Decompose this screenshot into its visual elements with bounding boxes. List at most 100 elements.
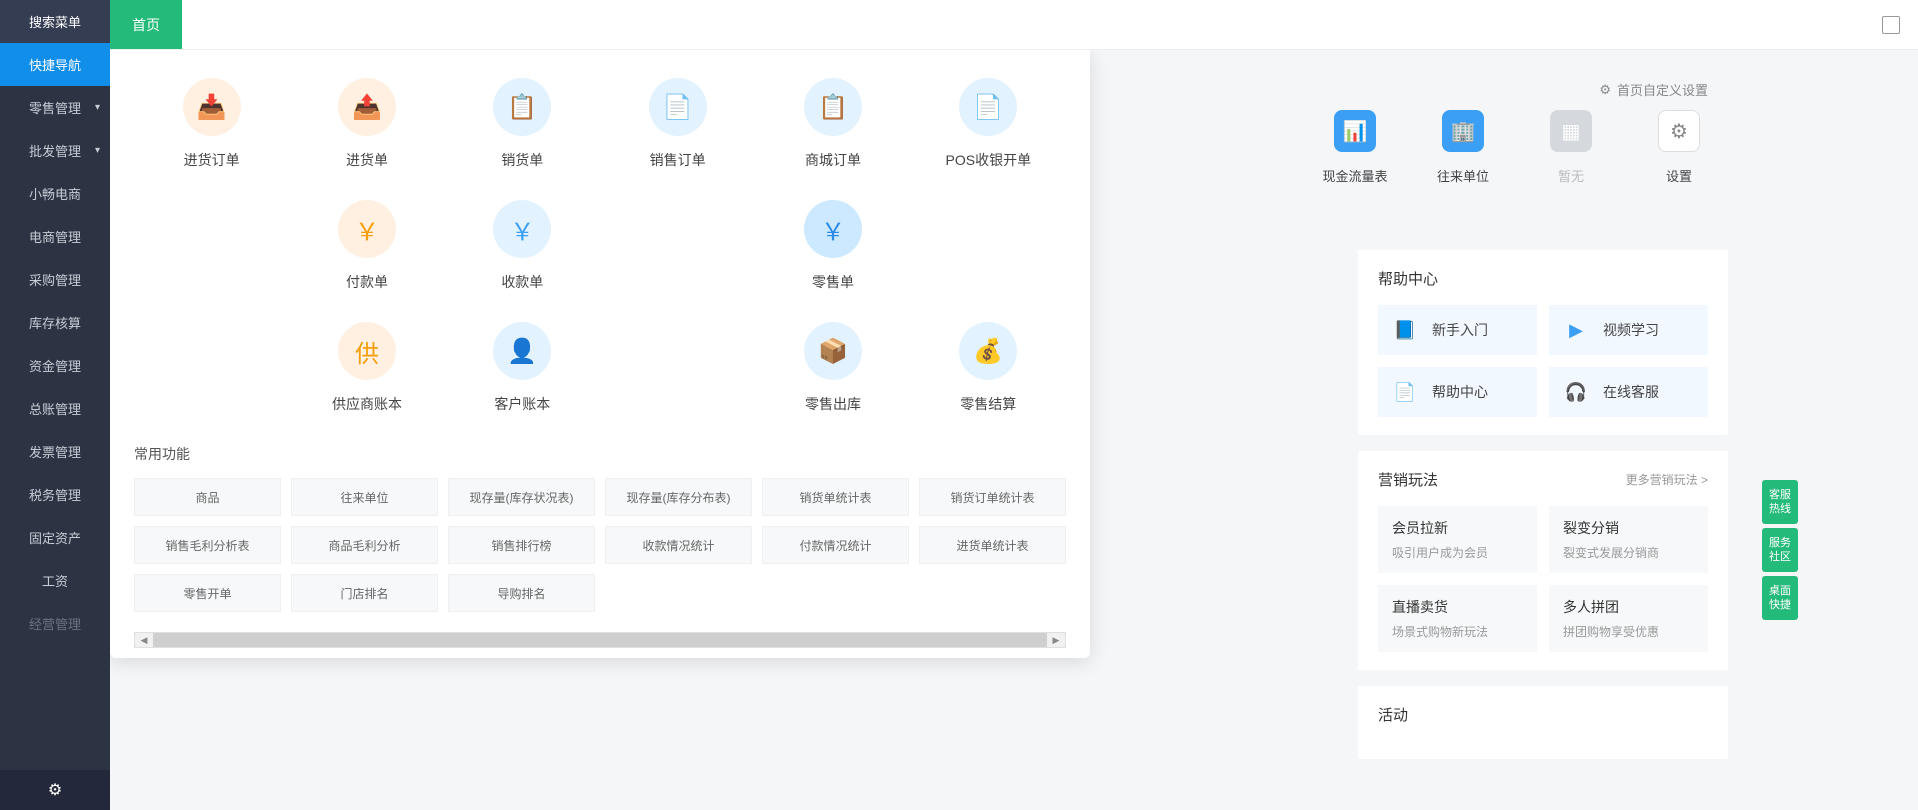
guide-icon: 📘 [1392,317,1418,343]
help-beginner[interactable]: 📘新手入门 [1378,305,1537,355]
common-functions-title: 常用功能 [134,444,1066,464]
common-item[interactable]: 销售毛利分析表 [134,526,281,564]
tab-bar: 首页 [110,0,1918,50]
doc-icon: 📄 [649,78,707,136]
sidebar-item-tax[interactable]: 税务管理 [0,473,110,516]
shortcut-empty: ▦ 暂无 [1532,110,1610,185]
help-center-card: 帮助中心 📘新手入门 ▶视频学习 📄帮助中心 🎧在线客服 [1358,250,1728,435]
supplier-icon: 供 [338,322,396,380]
help-center-title: 帮助中心 [1378,268,1438,289]
sidebar-item-wholesale[interactable]: 批发管理▾ [0,129,110,172]
outbound-icon: 📦 [804,322,862,380]
common-item[interactable]: 现存量(库存分布表) [605,478,752,516]
common-item[interactable]: 现存量(库存状况表) [448,478,595,516]
marketing-card: 营销玩法 更多营销玩法 > 会员拉新吸引用户成为会员 裂变分销裂变式发展分销商 … [1358,451,1728,670]
marketing-member[interactable]: 会员拉新吸引用户成为会员 [1378,506,1537,573]
sidebar-item-ledger[interactable]: 总账管理 [0,387,110,430]
flow-retail-settle[interactable]: 💰零售结算 [911,322,1066,414]
list-icon: 📋 [493,78,551,136]
scroll-thumb[interactable] [153,633,1047,647]
flow-purchase-bill[interactable]: 📤进货单 [289,78,444,170]
flow-payment[interactable]: ￥付款单 [289,200,444,292]
float-community[interactable]: 服务社区 [1762,528,1798,572]
sidebar-item-ecommerce[interactable]: 电商管理 [0,215,110,258]
flow-retail-outbound[interactable]: 📦零售出库 [755,322,910,414]
sidebar-item-operation[interactable]: 经营管理 [0,602,110,645]
marketing-title: 营销玩法 [1378,469,1438,490]
shortcut-cashflow[interactable]: 📊 现金流量表 [1316,110,1394,185]
flow-sales-order[interactable]: 📄销售订单 [600,78,755,170]
common-item[interactable]: 门店排名 [291,574,438,612]
common-item[interactable]: 进货单统计表 [919,526,1066,564]
content-area: ⚙ 首页自定义设置 📊 现金流量表 🏢 往来单位 ▦ 暂无 ⚙ [110,50,1918,810]
common-item[interactable]: 商品毛利分析 [291,526,438,564]
money-icon: ￥ [493,200,551,258]
customer-icon: 👤 [493,322,551,380]
flow-purchase-order[interactable]: 📥进货订单 [134,78,289,170]
headset-icon: 🎧 [1563,379,1589,405]
main-area: 首页 ⚙ 首页自定义设置 📊 现金流量表 🏢 往来单位 [110,0,1918,810]
sidebar-item-salary[interactable]: 工资 [0,559,110,602]
common-item[interactable]: 销货单统计表 [762,478,909,516]
shortcut-contacts[interactable]: 🏢 往来单位 [1424,110,1502,185]
gear-icon: ⚙ [1658,110,1700,152]
report-icon: 📊 [1334,110,1376,152]
common-item[interactable]: 销售排行榜 [448,526,595,564]
quicknav-panel: 📥进货订单 📤进货单 📋销货单 📄销售订单 📋商城订单 📄POS收银开单 ￥付款… [110,50,1090,658]
flow-retail-bill[interactable]: ￥零售单 [755,200,910,292]
common-item[interactable]: 付款情况统计 [762,526,909,564]
home-customize-button[interactable]: ⚙ 首页自定义设置 [1599,80,1708,99]
help-center[interactable]: 📄帮助中心 [1378,367,1537,417]
activity-card: 活动 [1358,686,1728,759]
help-video[interactable]: ▶视频学习 [1549,305,1708,355]
common-item[interactable]: 零售开单 [134,574,281,612]
scroll-right-button[interactable]: ▶ [1047,633,1065,647]
sidebar-item-purchase[interactable]: 采购管理 [0,258,110,301]
marketing-live[interactable]: 直播卖货场景式购物新玩法 [1378,585,1537,652]
help-support[interactable]: 🎧在线客服 [1549,367,1708,417]
settle-icon: 💰 [959,322,1017,380]
common-item[interactable]: 收款情况统计 [605,526,752,564]
common-item[interactable]: 商品 [134,478,281,516]
doc-icon: 📄 [1392,379,1418,405]
flow-customer-ledger[interactable]: 👤客户账本 [445,322,600,414]
flow-mall-order[interactable]: 📋商城订单 [755,78,910,170]
sidebar-settings-button[interactable]: ⚙ [0,770,110,810]
shortcut-settings[interactable]: ⚙ 设置 [1640,110,1718,185]
marketing-group[interactable]: 多人拼团拼团购物享受优惠 [1549,585,1708,652]
flow-supplier-ledger[interactable]: 供供应商账本 [289,322,444,414]
flow-pos[interactable]: 📄POS收银开单 [911,78,1066,170]
sidebar-item-search[interactable]: 搜索菜单 [0,0,110,43]
sidebar-item-xiaochang[interactable]: 小畅电商 [0,172,110,215]
float-hotline[interactable]: 客服热线 [1762,480,1798,524]
sidebar-item-retail[interactable]: 零售管理▾ [0,86,110,129]
flow-receipt[interactable]: ￥收款单 [445,200,600,292]
marketing-fission[interactable]: 裂变分销裂变式发展分销商 [1549,506,1708,573]
sidebar-item-inventory[interactable]: 库存核算 [0,301,110,344]
chevron-down-icon: ▾ [95,145,100,156]
fullscreen-icon[interactable] [1882,16,1900,34]
horizontal-scrollbar[interactable]: ◀ ▶ [134,632,1066,648]
placeholder-icon: ▦ [1550,110,1592,152]
sidebar: 搜索菜单 快捷导航 零售管理▾ 批发管理▾ 小畅电商 电商管理 采购管理 库存核… [0,0,110,810]
marketing-more-link[interactable]: 更多营销玩法 > [1626,471,1708,488]
sidebar-item-assets[interactable]: 固定资产 [0,516,110,559]
common-item[interactable]: 销货订单统计表 [919,478,1066,516]
doc-in-icon: 📥 [183,78,241,136]
gear-icon: ⚙ [1599,82,1611,98]
activity-title: 活动 [1378,704,1408,725]
money-icon: ￥ [338,200,396,258]
sidebar-item-quicknav[interactable]: 快捷导航 [0,43,110,86]
sidebar-item-invoice[interactable]: 发票管理 [0,430,110,473]
chevron-down-icon: ▾ [95,102,100,113]
sidebar-item-funds[interactable]: 资金管理 [0,344,110,387]
money-icon: ￥ [804,200,862,258]
flow-sales-bill[interactable]: 📋销货单 [445,78,600,170]
common-item[interactable]: 导购排名 [448,574,595,612]
float-desktop[interactable]: 桌面快捷 [1762,576,1798,620]
tab-home[interactable]: 首页 [110,0,182,49]
video-icon: ▶ [1563,317,1589,343]
doc-icon: 📄 [959,78,1017,136]
scroll-left-button[interactable]: ◀ [135,633,153,647]
common-item[interactable]: 往来单位 [291,478,438,516]
